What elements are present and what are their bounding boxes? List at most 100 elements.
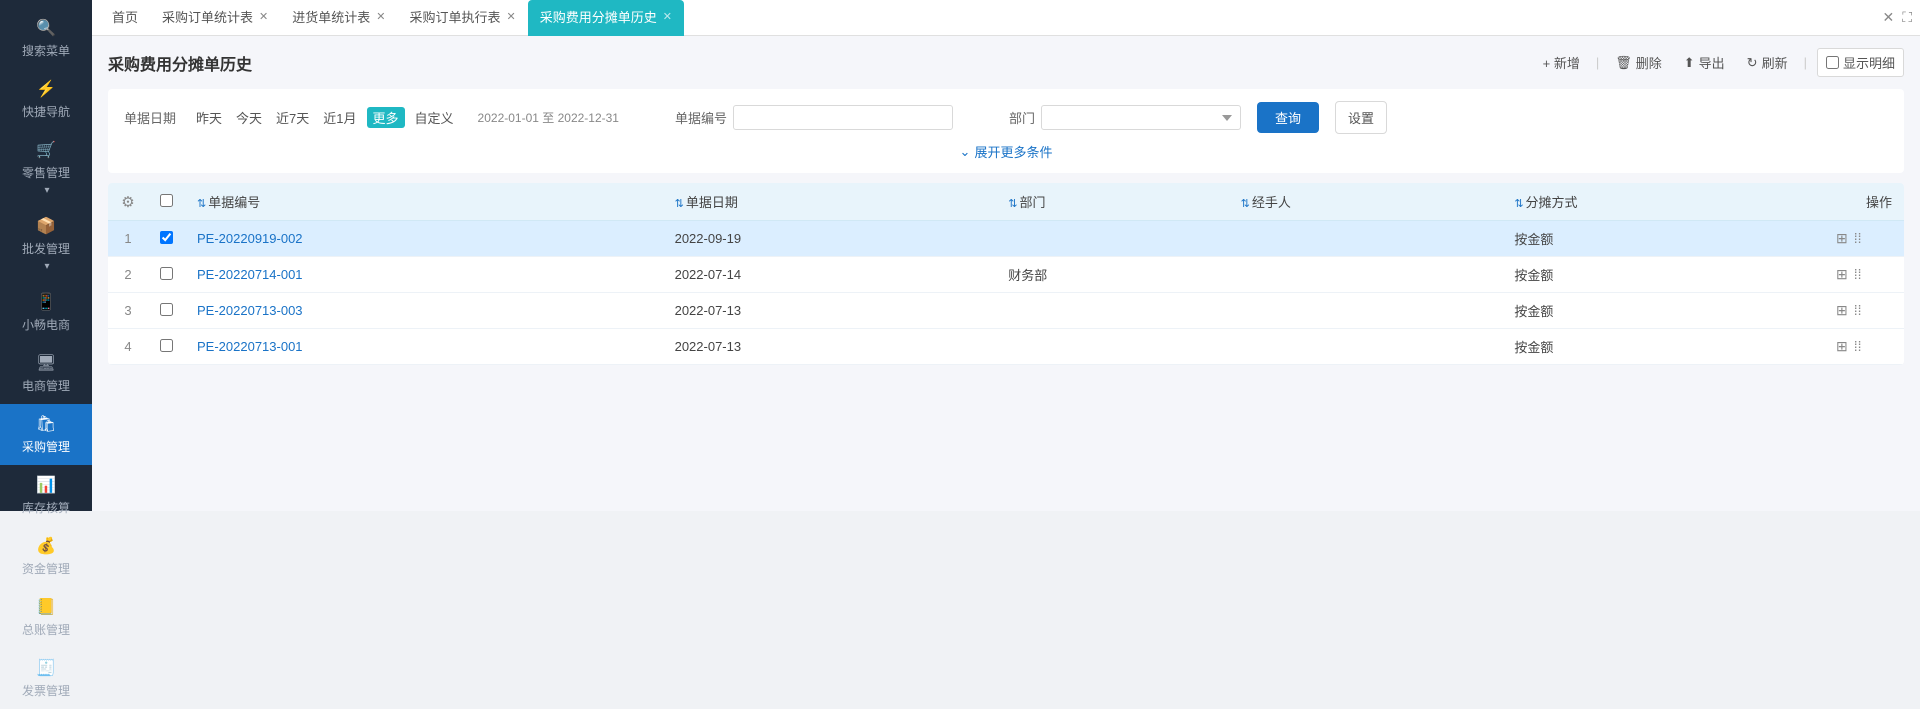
ecommerce-icon: 🖥 (36, 353, 56, 373)
column-settings-icon[interactable]: ⚙ (121, 194, 134, 211)
tab-purchase-order-exec[interactable]: 采购订单执行表✕ (397, 0, 527, 36)
export-icon: ⬆ (1684, 55, 1695, 71)
col-header-dept: ⇅部门 (996, 183, 1228, 221)
sidebar-item-mobile[interactable]: 📱小畅电商 (0, 282, 92, 343)
doc-num-filter: 单据编号 (675, 105, 953, 130)
tab-bar: 首页采购订单统计表✕进货单统计表✕采购订单执行表✕采购费用分摊单历史✕ ✕ ⛶ (92, 0, 1920, 36)
row-split-method: 按金额 (1502, 329, 1824, 365)
row-doc-num[interactable]: PE-20220919-002 (185, 221, 663, 257)
filter-area: 单据日期 昨天 今天 近7天 近1月 更多 自定义 2022-01-01 至 2… (108, 89, 1904, 173)
dept-filter: 部门 (1009, 105, 1241, 130)
sidebar-item-inventory[interactable]: 📊库存核算 (0, 465, 92, 526)
sidebar-label-shortcut: 快捷导航 (22, 103, 70, 120)
date-range-display: 2022-01-01 至 2022-12-31 (478, 109, 619, 126)
row-doc-num[interactable]: PE-20220713-003 (185, 293, 663, 329)
more-icon[interactable]: ⁞⁞ (1854, 266, 1862, 283)
tab-purchase-order-stats[interactable]: 采购订单统计表 ✕ (150, 0, 280, 36)
sidebar-item-finance[interactable]: 💰资金管理 (0, 526, 92, 587)
sort-icon-dept[interactable]: ⇅ (1008, 198, 1017, 210)
row-doc-date: 2022-07-14 (663, 257, 997, 293)
row-split-method: 按金额 (1502, 293, 1824, 329)
tab-purchase-fee-history[interactable]: 采购费用分摊单历史 ✕ (528, 0, 684, 36)
sort-icon-handler[interactable]: ⇅ (1241, 198, 1250, 210)
more-icon[interactable]: ⁞⁞ (1854, 338, 1862, 355)
sidebar-label-ledger: 总账管理 (22, 621, 70, 638)
sort-icon-doc-num[interactable]: ⇅ (197, 198, 206, 210)
inventory-icon: 📊 (36, 475, 56, 495)
arrow-icon: ▾ (44, 261, 49, 272)
main-area: 首页采购订单统计表✕进货单统计表✕采购订单执行表✕采购费用分摊单历史✕ ✕ ⛶ … (92, 0, 1920, 511)
tab-close-purchase-order-stats[interactable]: ✕ (259, 10, 268, 23)
delete-button[interactable]: 🗑 删除 (1609, 49, 1668, 76)
more-icon[interactable]: ⁞⁞ (1854, 230, 1862, 247)
view-icon[interactable]: ⊞ (1836, 266, 1848, 283)
view-icon[interactable]: ⊞ (1836, 302, 1848, 319)
sidebar-item-ledger[interactable]: 📒总账管理 (0, 587, 92, 648)
row-dept (996, 293, 1228, 329)
doc-num-input[interactable] (733, 105, 953, 130)
main-table: ⚙ ⇅单据编号 ⇅单据日期 ⇅部门 (108, 183, 1904, 365)
delete-icon: 🗑 (1615, 55, 1632, 71)
col-header-doc-num: ⇅单据编号 (185, 183, 663, 221)
tab-close-incoming-stats[interactable]: ✕ (376, 10, 385, 23)
sort-icon-split-method[interactable]: ⇅ (1514, 198, 1523, 210)
row-checkbox[interactable] (160, 339, 173, 352)
arrow-icon: ▾ (44, 185, 49, 196)
shortcut-yesterday[interactable]: 昨天 (192, 107, 226, 128)
tab-label-purchase-order-stats: 采购订单统计表 (162, 7, 253, 26)
add-button[interactable]: + 新增 (1537, 49, 1586, 76)
row-checkbox-cell (148, 257, 185, 293)
sidebar-item-purchase[interactable]: 🛍采购管理 (0, 404, 92, 465)
row-handler (1229, 221, 1503, 257)
row-index: 4 (108, 329, 148, 365)
sidebar-item-retail[interactable]: 🛒零售管理▾ (0, 130, 92, 206)
maximize-icon[interactable]: ⛶ (1902, 9, 1912, 26)
row-doc-num[interactable]: PE-20220714-001 (185, 257, 663, 293)
sidebar-label-finance: 资金管理 (22, 560, 70, 577)
col-header-action: 操作 (1824, 183, 1904, 221)
shortcut-1month[interactable]: 近1月 (319, 107, 360, 128)
sidebar-item-search[interactable]: 🔍搜索菜单 (0, 8, 92, 69)
tab-close-purchase-fee-history[interactable]: ✕ (663, 10, 672, 23)
tab-label-purchase-fee-history: 采购费用分摊单历史 (540, 7, 657, 26)
shortcut-7days[interactable]: 近7天 (272, 107, 313, 128)
sort-icon-doc-date[interactable]: ⇅ (675, 198, 684, 210)
sidebar-item-invoice[interactable]: 🧾发票管理 (0, 648, 92, 709)
shortcut-custom[interactable]: 自定义 (411, 107, 458, 128)
view-icon[interactable]: ⊞ (1836, 338, 1848, 355)
expand-chevron-icon: ⌄ (960, 144, 971, 160)
show-cols-checkbox[interactable] (1826, 56, 1839, 69)
row-index: 1 (108, 221, 148, 257)
export-button[interactable]: ⬆ 导出 (1678, 49, 1731, 76)
sidebar-item-wholesale[interactable]: 📦批发管理▾ (0, 206, 92, 282)
shortcut-more[interactable]: 更多 (367, 107, 405, 128)
shortcut-today[interactable]: 今天 (232, 107, 266, 128)
tab-close-purchase-order-exec[interactable]: ✕ (507, 10, 516, 23)
table-row: 4 PE-20220713-001 2022-07-13 按金额 ⊞ ⁞⁞ (108, 329, 1904, 365)
row-doc-date: 2022-07-13 (663, 329, 997, 365)
row-checkbox[interactable] (160, 303, 173, 316)
row-checkbox-cell (148, 329, 185, 365)
retail-icon: 🛒 (36, 140, 56, 160)
view-icon[interactable]: ⊞ (1836, 230, 1848, 247)
query-button[interactable]: 查询 (1257, 102, 1319, 133)
tab-incoming-stats[interactable]: 进货单统计表✕ (280, 0, 397, 36)
row-checkbox[interactable] (160, 231, 173, 244)
mobile-icon: 📱 (36, 292, 56, 312)
row-checkbox[interactable] (160, 267, 173, 280)
show-cols-button[interactable]: 显示明细 (1817, 48, 1904, 77)
refresh-button[interactable]: ↻ 刷新 (1741, 49, 1794, 76)
tab-home[interactable]: 首页 (100, 0, 150, 36)
toolbar: + 新增 | 🗑 删除 ⬆ 导出 ↻ 刷新 | 显示明细 (1537, 48, 1904, 77)
filter-settings-button[interactable]: 设置 (1335, 101, 1387, 134)
select-all-checkbox[interactable] (160, 194, 173, 207)
dept-select[interactable] (1041, 105, 1241, 130)
sidebar-label-invoice: 发票管理 (22, 682, 70, 699)
expand-more-btn[interactable]: ⌄ 展开更多条件 (124, 142, 1888, 161)
sidebar-item-shortcut[interactable]: ⚡快捷导航 (0, 69, 92, 130)
sidebar-item-ecommerce[interactable]: 🖥 电商管理 (0, 343, 92, 404)
more-icon[interactable]: ⁞⁞ (1854, 302, 1862, 319)
row-doc-num[interactable]: PE-20220713-001 (185, 329, 663, 365)
sidebar-label-ecommerce: 电商管理 (22, 377, 70, 394)
close-window-icon[interactable]: ✕ (1882, 9, 1894, 26)
